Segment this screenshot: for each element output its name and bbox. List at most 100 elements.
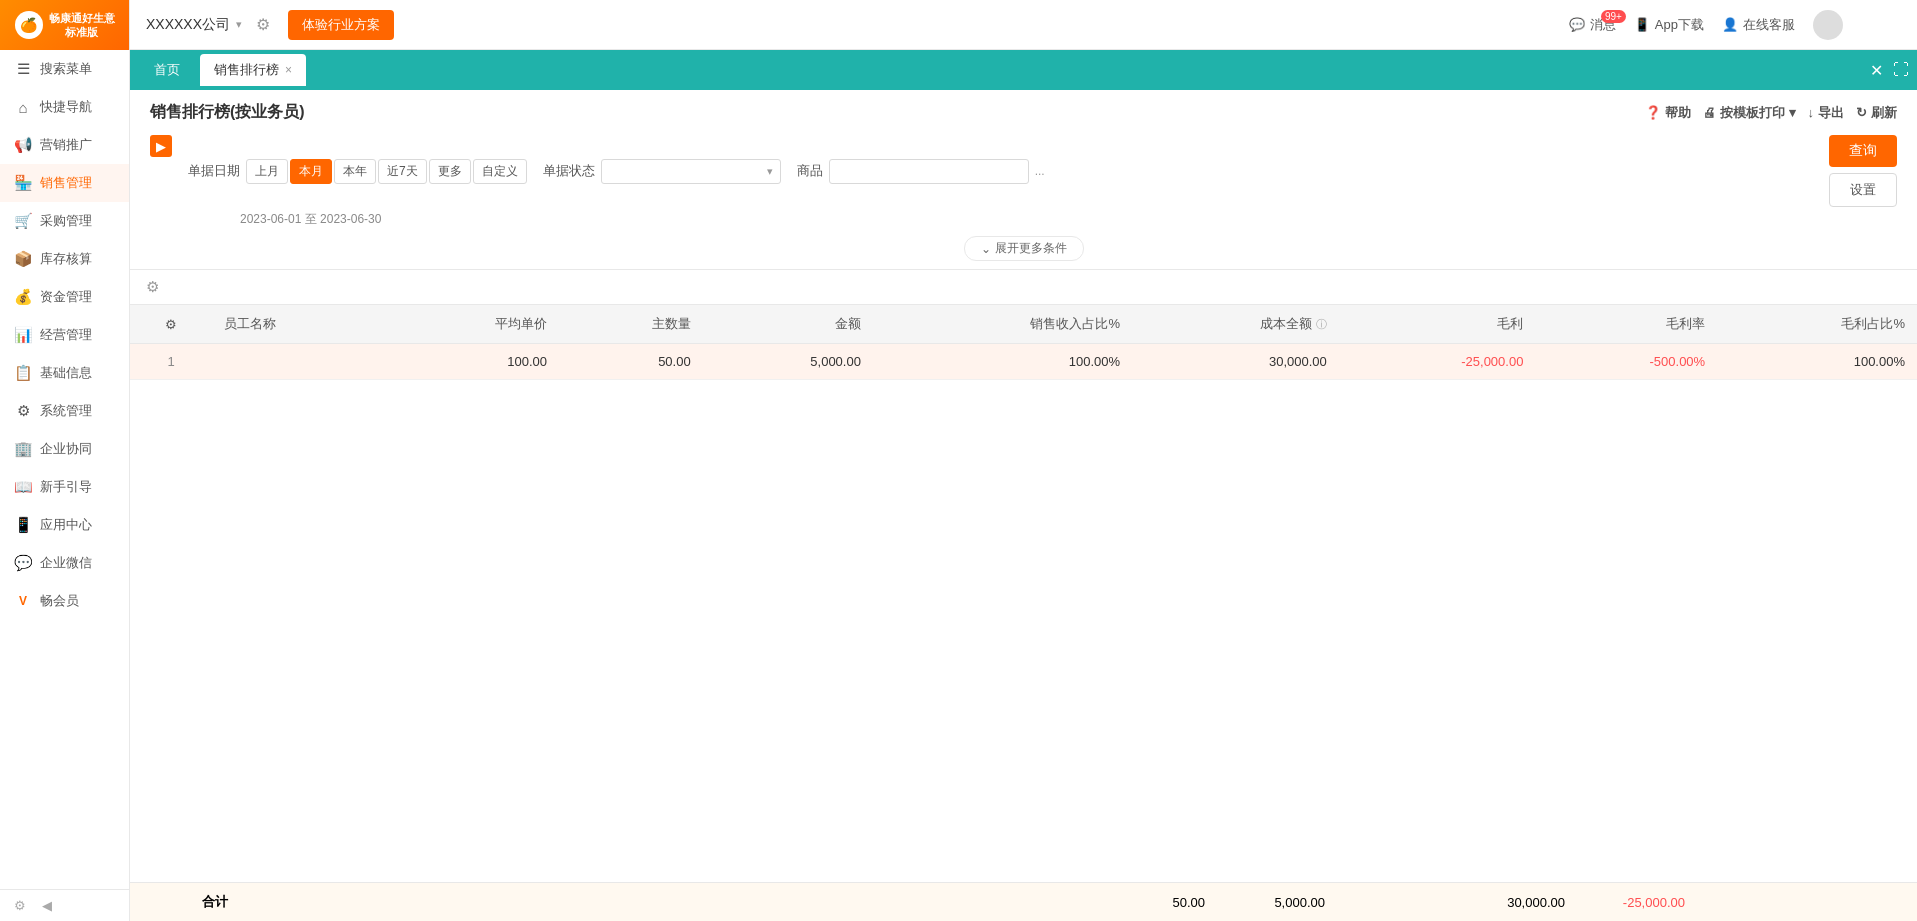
sidebar-item-sales[interactable]: 🏪 销售管理 (0, 164, 129, 202)
footer-label: 合计 (202, 893, 985, 911)
sidebar-item-quicknav[interactable]: ⌂ 快捷导航 (0, 88, 129, 126)
tab-close-all-icon[interactable]: ✕ (1870, 61, 1883, 80)
tab-maximize-icon[interactable]: ⛶ (1893, 61, 1909, 79)
col-qty: 主数量 (559, 305, 703, 344)
col-name: 员工名称 (212, 305, 385, 344)
tab-home[interactable]: 首页 (138, 50, 196, 90)
footer-qty: 50.00 (1105, 893, 1205, 911)
col-amount: 金额 (703, 305, 873, 344)
footer-gross-value: -25,000.00 (1623, 895, 1685, 910)
company-selector[interactable]: XXXXXX公司 ▾ (146, 16, 242, 34)
sidebar-item-appcenter[interactable]: 📱 应用中心 (0, 506, 129, 544)
sidebar-bottom: ⚙ ◀ (0, 889, 129, 921)
logo-text: 畅康通好生意 标准版 (49, 11, 115, 40)
date-btn-custom[interactable]: 自定义 (473, 159, 527, 184)
status-select[interactable] (601, 159, 781, 184)
footer-sales-ratio-col (1325, 893, 1445, 911)
sidebar-label-finance: 资金管理 (40, 288, 92, 306)
sidebar-item-vip[interactable]: V 畅会员 (0, 582, 129, 620)
date-filter-group: 单据日期 上月 本月 本年 近7天 更多 自定义 (188, 159, 527, 184)
sidebar-item-operations[interactable]: 📊 经营管理 (0, 316, 129, 354)
tabbar: 首页 销售排行榜 × ✕ ⛶ (130, 50, 1917, 90)
expand-chevron-icon: ⌄ (981, 242, 991, 256)
app-download-button[interactable]: 📱 App下载 (1634, 16, 1704, 34)
user-avatar[interactable] (1813, 10, 1843, 40)
date-btn-thismonth[interactable]: 本月 (290, 159, 332, 184)
sidebar-label-wechat: 企业微信 (40, 554, 92, 572)
export-button[interactable]: ↓ 导出 (1808, 104, 1845, 122)
filter-arrow-button[interactable]: ▶ (150, 135, 172, 157)
sidebar-collapse-icon[interactable]: ◀ (42, 898, 52, 913)
footer-total-label: 合计 (202, 893, 228, 911)
expand-conditions-button[interactable]: ⌄ 展开更多条件 (964, 236, 1084, 261)
col-rank: ⚙ (130, 305, 212, 344)
query-button[interactable]: 查询 (1829, 135, 1897, 167)
status-select-wrapper (601, 159, 781, 184)
sidebar-item-search[interactable]: ☰ 搜索菜单 (0, 50, 129, 88)
date-btn-lastmonth[interactable]: 上月 (246, 159, 288, 184)
table-settings-icon[interactable]: ⚙ (146, 278, 159, 296)
cell-amount: 5,000.00 (703, 344, 873, 380)
sidebar-item-enterprise[interactable]: 🏢 企业协同 (0, 430, 129, 468)
topbar-gear-icon[interactable]: ⚙ (256, 15, 270, 34)
filter-row-1: 单据日期 上月 本月 本年 近7天 更多 自定义 (188, 135, 1897, 207)
sidebar-label-purchase: 采购管理 (40, 212, 92, 230)
goods-more-link[interactable]: ... (1035, 164, 1045, 178)
cell-rank: 1 (130, 344, 212, 380)
goods-input[interactable] (829, 159, 1029, 184)
footer-gross-rate-col (1685, 893, 1805, 911)
sidebar-item-baseinfo[interactable]: 📋 基础信息 (0, 354, 129, 392)
sidebar-settings-icon[interactable]: ⚙ (14, 898, 26, 913)
sidebar-item-inventory[interactable]: 📦 库存核算 (0, 240, 129, 278)
purchase-icon: 🛒 (14, 212, 32, 230)
export-icon: ↓ (1808, 105, 1815, 120)
inventory-icon: 📦 (14, 250, 32, 268)
col-avg-price: 平均单价 (386, 305, 559, 344)
trial-button[interactable]: 体验行业方案 (288, 10, 394, 40)
sidebar-item-system[interactable]: ⚙ 系统管理 (0, 392, 129, 430)
footer-amount-value: 5,000.00 (1274, 895, 1325, 910)
print-button[interactable]: 🖨 按模板打印 ▾ (1703, 104, 1796, 122)
help-button[interactable]: ❓ 帮助 (1645, 104, 1691, 122)
sidebar-item-finance[interactable]: 💰 资金管理 (0, 278, 129, 316)
sidebar-item-purchase[interactable]: 🛒 采购管理 (0, 202, 129, 240)
footer-rank-col (142, 893, 202, 911)
logo-line1: 畅康通好生意 (49, 12, 115, 24)
export-label: 导出 (1818, 104, 1844, 122)
settings-button[interactable]: 设置 (1829, 173, 1897, 207)
sidebar-label-guide: 新手引导 (40, 478, 92, 496)
date-btn-thisyear[interactable]: 本年 (334, 159, 376, 184)
sidebar: 🍊 畅康通好生意 标准版 ☰ 搜索菜单 ⌂ 快捷导航 📢 营销推广 🏪 销售管理… (0, 0, 130, 921)
sidebar-label-operations: 经营管理 (40, 326, 92, 344)
filter-area: 销售排行榜(按业务员) ❓ 帮助 🖨 按模板打印 ▾ ↓ 导出 (130, 90, 1917, 270)
message-button[interactable]: 💬 消息 99+ (1569, 16, 1616, 34)
main-area: XXXXXX公司 ▾ ⚙ 体验行业方案 💬 消息 99+ 📱 App下载 👤 在… (130, 0, 1917, 921)
tabbar-right: ✕ ⛶ (1870, 61, 1909, 80)
date-btn-more[interactable]: 更多 (429, 159, 471, 184)
table-toolbar: ⚙ (130, 270, 1917, 305)
sidebar-item-wechat[interactable]: 💬 企业微信 (0, 544, 129, 582)
footer-gross: -25,000.00 (1565, 893, 1685, 911)
download-icon: 📱 (1634, 17, 1650, 32)
appcenter-icon: 📱 (14, 516, 32, 534)
finance-icon: 💰 (14, 288, 32, 306)
tab-close-icon[interactable]: × (285, 63, 292, 77)
sidebar-item-marketing[interactable]: 📢 营销推广 (0, 126, 129, 164)
sidebar-label-baseinfo: 基础信息 (40, 364, 92, 382)
date-btn-7days[interactable]: 近7天 (378, 159, 427, 184)
online-service-button[interactable]: 👤 在线客服 (1722, 16, 1795, 34)
tab-sales-ranking[interactable]: 销售排行榜 × (200, 54, 306, 86)
refresh-button[interactable]: ↻ 刷新 (1856, 104, 1897, 122)
sidebar-label-vip: 畅会员 (40, 592, 79, 610)
sales-icon: 🏪 (14, 174, 32, 192)
footer-amount: 5,000.00 (1205, 893, 1325, 911)
sidebar-label-marketing: 营销推广 (40, 136, 92, 154)
home-icon: ⌂ (14, 99, 32, 116)
table-footer: 合计 50.00 5,000.00 30,000.00 -25,000.00 (130, 882, 1917, 921)
sidebar-item-guide[interactable]: 📖 新手引导 (0, 468, 129, 506)
table-empty-space (130, 380, 1917, 882)
logo-tag: 标准版 (65, 26, 98, 38)
date-options: 上月 本月 本年 近7天 更多 自定义 (246, 159, 527, 184)
footer-qty-value: 50.00 (1172, 895, 1205, 910)
footer-cost: 30,000.00 (1445, 893, 1565, 911)
